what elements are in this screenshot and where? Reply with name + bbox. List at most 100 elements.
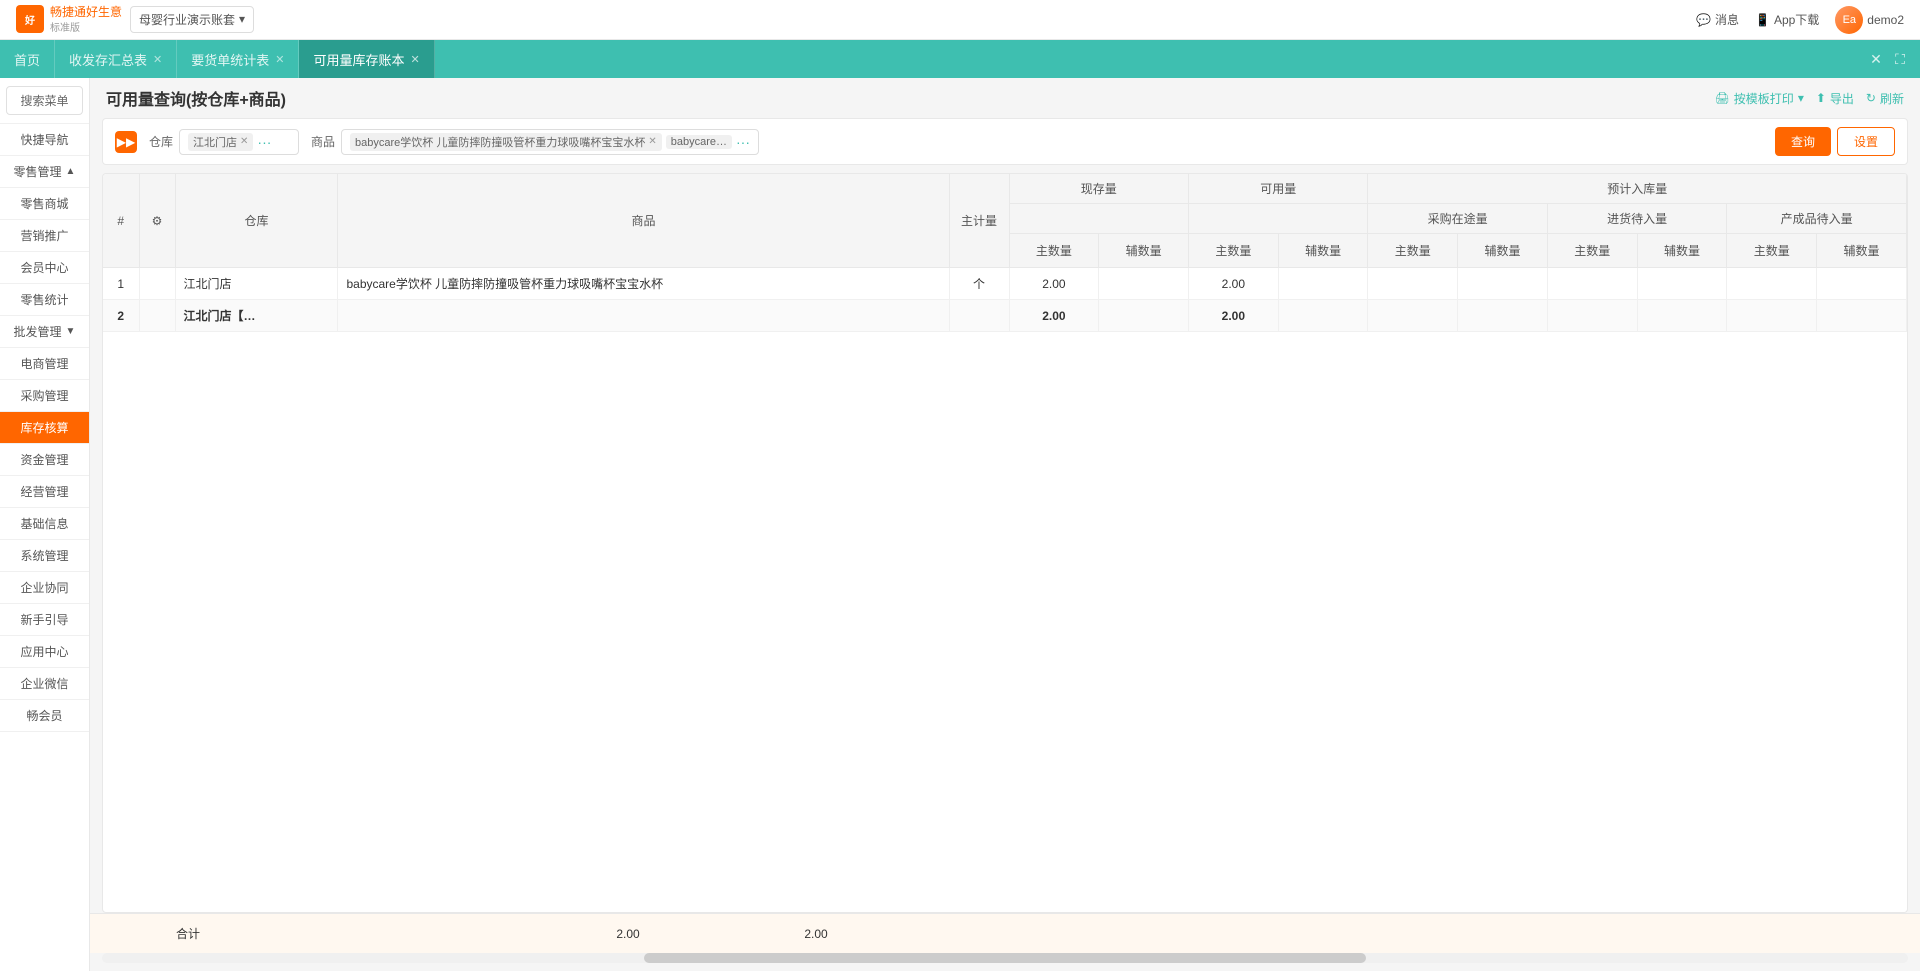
cell-stock-aux <box>1099 268 1189 300</box>
top-header: 好 畅捷通好生意 标准版 母婴行业演示账套 ▾ 💬 消息 📱 App下载 Ea … <box>0 0 1920 40</box>
content-area: 可用量查询(按仓库+商品) 🖨 按模板打印 ▾ ⬆ 导出 ↻ 刷新 ▶▶ <box>90 78 1920 971</box>
sidebar-item-wholesale[interactable]: 批发管理 ▼ <box>0 316 89 348</box>
message-button[interactable]: 💬 消息 <box>1696 11 1739 28</box>
footer-label: 合计 <box>176 925 256 942</box>
sidebar-item-guide[interactable]: 新手引导 <box>0 604 89 636</box>
product-label: 商品 <box>311 133 335 150</box>
product-tag-1: babycare学饮杯 儿童防摔防撞吸管杯重力球吸嘴杯宝宝水杯 ✕ <box>350 133 662 151</box>
nav-tabs: 首页 收发存汇总表 ✕ 要货单统计表 ✕ 可用量库存账本 ✕ ✕ ⛶ <box>0 40 1920 78</box>
close-icon[interactable]: ✕ <box>411 53 420 66</box>
th-stock-main: 主数量 <box>1009 234 1099 268</box>
cell-product: babycare学饮杯 儿童防摔防撞吸管杯重力球吸嘴杯宝宝水杯 <box>338 268 949 300</box>
sidebar-item-quick-nav[interactable]: 快捷导航 <box>0 124 89 156</box>
warehouse-tag-text: 江北门店 <box>193 134 237 150</box>
th-empty1 <box>1009 204 1188 234</box>
chevron-down-icon: ▾ <box>239 12 245 26</box>
refresh-icon: ↻ <box>1866 91 1876 105</box>
sidebar-item-inventory[interactable]: 库存核算 <box>0 412 89 444</box>
product-input[interactable]: babycare学饮杯 儿童防摔防撞吸管杯重力球吸嘴杯宝宝水杯 ✕ babyca… <box>341 129 759 155</box>
search-menu-button[interactable]: 搜索菜单 <box>6 86 83 115</box>
orders-tab-label: 要货单统计表 <box>191 50 269 69</box>
cell-avail-aux <box>1278 268 1368 300</box>
header-right: 💬 消息 📱 App下载 Ea demo2 <box>1696 6 1904 34</box>
sidebar-item-marketing[interactable]: 营销推广 <box>0 220 89 252</box>
table-container: # ⚙ 仓库 商品 主计量 现存量 可用量 预计入库量 采购在途量 进货待入量 <box>102 173 1908 913</box>
main-layout: 搜索菜单 快捷导航 零售管理 ▲ 零售商城 营销推广 会员中心 零售统计 批发管… <box>0 78 1920 971</box>
sidebar-label: 零售管理 <box>14 163 62 180</box>
tab-available-inventory[interactable]: 可用量库存账本 ✕ <box>299 40 434 78</box>
tenant-selector[interactable]: 母婴行业演示账套 ▾ <box>130 6 254 33</box>
expand-icon: ▲ <box>66 166 76 177</box>
close-window-button[interactable]: ✕ <box>1868 51 1884 67</box>
sidebar-item-base-info[interactable]: 基础信息 <box>0 508 89 540</box>
sidebar-item-enterprise[interactable]: 企业协同 <box>0 572 89 604</box>
close-icon[interactable]: ✕ <box>153 53 162 66</box>
sidebar-label: 库存核算 <box>20 419 68 436</box>
sidebar-item-purchase[interactable]: 采购管理 <box>0 380 89 412</box>
tab-receipts[interactable]: 收发存汇总表 ✕ <box>55 40 177 78</box>
scrollbar-thumb[interactable] <box>644 953 1366 963</box>
filter-expand-button[interactable]: ▶▶ <box>115 131 137 153</box>
print-label: 按模板打印 <box>1734 90 1794 107</box>
print-button[interactable]: 🖨 按模板打印 ▾ <box>1715 90 1804 107</box>
more-icon[interactable]: ··· <box>736 134 750 150</box>
setting-button[interactable]: 设置 <box>1837 127 1895 156</box>
close-icon[interactable]: ✕ <box>275 53 284 66</box>
product-tag-2: babycare… <box>666 135 732 149</box>
refresh-button[interactable]: ↻ 刷新 <box>1866 90 1904 107</box>
maximize-window-button[interactable]: ⛶ <box>1892 51 1908 67</box>
footer-summary: 合计 2.00 2.00 <box>90 913 1920 953</box>
subtotal-avail-aux <box>1278 300 1368 332</box>
th-main-unit: 主计量 <box>949 174 1009 268</box>
app-download-button[interactable]: 📱 App下载 <box>1755 11 1819 28</box>
tab-orders[interactable]: 要货单统计表 ✕ <box>177 40 299 78</box>
cell-stock-main: 2.00 <box>1009 268 1099 300</box>
warehouse-input[interactable]: 江北门店 ✕ ··· <box>179 129 299 155</box>
filter-actions: 查询 设置 <box>1775 127 1895 156</box>
export-label: 导出 <box>1830 90 1854 107</box>
cell-purchase-transit-aux <box>1458 268 1548 300</box>
more-icon[interactable]: ··· <box>257 134 271 150</box>
product-tag-2-text: babycare… <box>671 136 727 148</box>
sidebar-item-system[interactable]: 系统管理 <box>0 540 89 572</box>
sidebar-item-operations[interactable]: 经营管理 <box>0 476 89 508</box>
subtotal-stock-aux <box>1099 300 1189 332</box>
tab-home[interactable]: 首页 <box>0 40 55 78</box>
remove-warehouse-icon[interactable]: ✕ <box>240 136 248 147</box>
th-purchase-transit-aux: 辅数量 <box>1458 234 1548 268</box>
th-avail-aux: 辅数量 <box>1278 234 1368 268</box>
th-stock-aux: 辅数量 <box>1099 234 1189 268</box>
warehouse-tag: 江北门店 ✕ <box>188 133 253 151</box>
message-label: 消息 <box>1715 11 1739 28</box>
sidebar-item-member[interactable]: 畅会员 <box>0 700 89 732</box>
user-menu[interactable]: Ea demo2 <box>1835 6 1904 34</box>
sidebar-item-ecommerce[interactable]: 电商管理 <box>0 348 89 380</box>
query-button[interactable]: 查询 <box>1775 127 1831 156</box>
sidebar-item-retail-management[interactable]: 零售管理 ▲ <box>0 156 89 188</box>
footer-stock-main: 2.00 <box>598 927 658 941</box>
logo-text: 畅捷通好生意 <box>50 5 122 19</box>
sidebar-item-retail-stats[interactable]: 零售统计 <box>0 284 89 316</box>
cell-production-in-aux <box>1817 268 1907 300</box>
message-icon: 💬 <box>1696 13 1711 27</box>
inventory-tab-label: 可用量库存账本 <box>313 50 404 69</box>
sidebar-item-member-center[interactable]: 会员中心 <box>0 252 89 284</box>
subtotal-pending-in-aux <box>1637 300 1727 332</box>
export-button[interactable]: ⬆ 导出 <box>1816 90 1854 107</box>
subtotal-purchase-transit-aux <box>1458 300 1548 332</box>
th-settings[interactable]: ⚙ <box>139 174 175 268</box>
cell-avail-main: 2.00 <box>1188 268 1278 300</box>
remove-product-1-icon[interactable]: ✕ <box>648 136 656 147</box>
th-empty2 <box>1188 204 1367 234</box>
th-production-pending: 产成品待入量 <box>1727 204 1907 234</box>
subtotal-stock-main: 2.00 <box>1009 300 1099 332</box>
sidebar-item-app-center[interactable]: 应用中心 <box>0 636 89 668</box>
th-avail-main: 主数量 <box>1188 234 1278 268</box>
sidebar-item-finance[interactable]: 资金管理 <box>0 444 89 476</box>
subtotal-production-in-aux <box>1817 300 1907 332</box>
sidebar-item-wechat[interactable]: 企业微信 <box>0 668 89 700</box>
logo-area: 好 畅捷通好生意 标准版 <box>16 5 122 34</box>
sidebar-item-retail-mall[interactable]: 零售商城 <box>0 188 89 220</box>
th-product: 商品 <box>338 174 949 268</box>
bottom-scrollbar[interactable] <box>102 953 1908 963</box>
